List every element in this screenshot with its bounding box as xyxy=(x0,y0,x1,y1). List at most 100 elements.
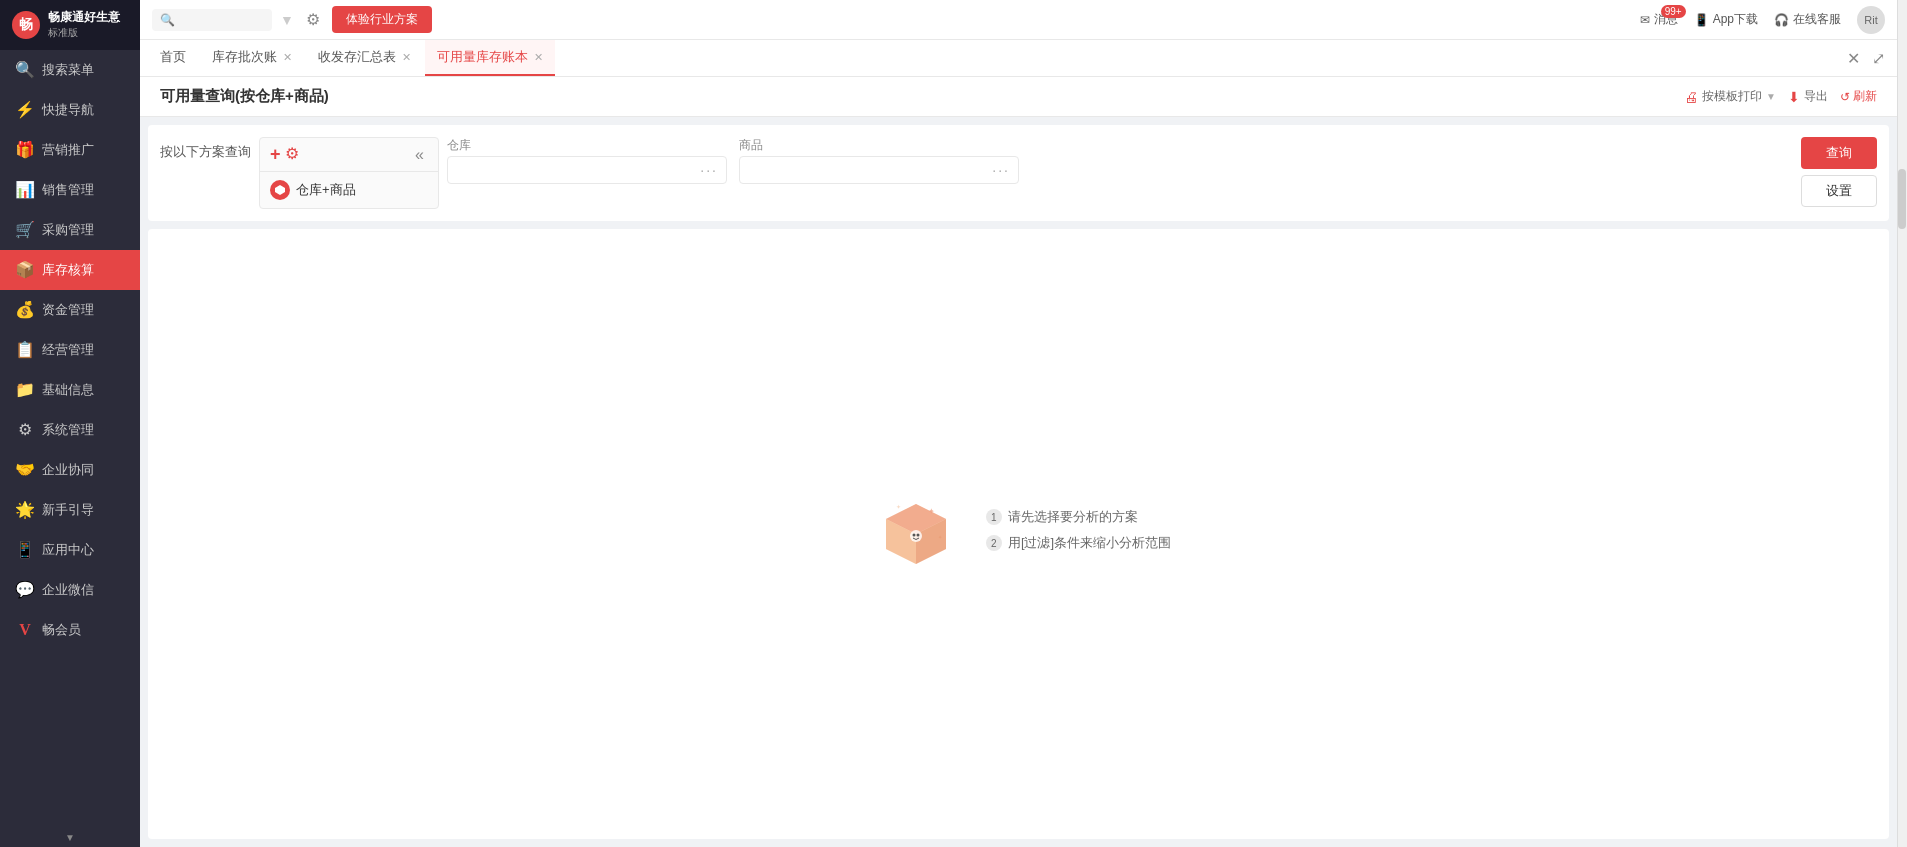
svg-text:✦: ✦ xyxy=(928,507,935,516)
right-scrollbar[interactable] xyxy=(1897,0,1907,847)
topbar-message-btn[interactable]: ✉ 消息 99+ xyxy=(1640,11,1678,28)
wechat-icon: 💬 xyxy=(16,581,34,599)
tab-close-icon[interactable]: ✕ xyxy=(1843,45,1864,72)
scheme-settings-icon[interactable]: ⚙ xyxy=(285,144,299,165)
message-badge: 99+ xyxy=(1661,5,1686,18)
empty-illustration: ✦ ✦ ✦ xyxy=(866,484,966,584)
tab-available-ledger[interactable]: 可用量库存账本 ✕ xyxy=(425,40,555,76)
sidebar-item-system[interactable]: ⚙ 系统管理 xyxy=(0,410,140,450)
sidebar-item-shortcut[interactable]: ⚡ 快捷导航 xyxy=(0,90,140,130)
search-icon: 🔍 xyxy=(16,61,34,79)
topbar-app-download-btn[interactable]: 📱 App下载 xyxy=(1694,11,1758,28)
tab-batch-ledger-close[interactable]: ✕ xyxy=(283,51,292,64)
settings-btn[interactable]: 设置 xyxy=(1801,175,1877,207)
app-version: 标准版 xyxy=(48,26,120,40)
scheme-collapse-btn[interactable]: « xyxy=(411,146,428,164)
refresh-icon: ↺ xyxy=(1840,90,1850,104)
sidebar-scroll-down[interactable]: ▼ xyxy=(0,828,140,847)
query-btn[interactable]: 查询 xyxy=(1801,137,1877,169)
sidebar-header: 畅 畅康通好生意 标准版 xyxy=(0,0,140,50)
industry-solution-btn[interactable]: 体验行业方案 xyxy=(332,6,432,33)
system-icon: ⚙ xyxy=(16,421,34,439)
tab-home[interactable]: 首页 xyxy=(148,40,198,76)
scheme-item-warehouse-goods[interactable]: 仓库+商品 xyxy=(260,172,438,208)
sidebar-item-inventory[interactable]: 📦 库存核算 xyxy=(0,250,140,290)
topbar: 🔍 ▼ ⚙ 体验行业方案 ✉ 消息 99+ 📱 App下载 🎧 在线客服 Rit xyxy=(140,0,1897,40)
message-icon: ✉ xyxy=(1640,13,1650,27)
topbar-dropdown-icon[interactable]: ▼ xyxy=(280,12,294,28)
topbar-search-box: 🔍 xyxy=(152,9,272,31)
sidebar-item-operations[interactable]: 📋 经营管理 xyxy=(0,330,140,370)
sidebar-item-finance[interactable]: 💰 资金管理 xyxy=(0,290,140,330)
topbar-gear-icon[interactable]: ⚙ xyxy=(302,10,324,29)
warehouse-field-input: ··· xyxy=(447,156,727,184)
operations-icon: 📋 xyxy=(16,341,34,359)
enterprise-icon: 🤝 xyxy=(16,461,34,479)
sidebar-item-sales[interactable]: 📊 销售管理 xyxy=(0,170,140,210)
filter-area: 按以下方案查询 + ⚙ « 仓库+商品 xyxy=(148,125,1889,221)
export-icon: ⬇ xyxy=(1788,89,1800,105)
tab-batch-ledger[interactable]: 库存批次账 ✕ xyxy=(200,40,304,76)
topbar-search-input[interactable] xyxy=(179,13,259,27)
refresh-btn[interactable]: ↺ 刷新 xyxy=(1840,88,1877,105)
goods-dots[interactable]: ··· xyxy=(992,162,1010,178)
print-template-btn[interactable]: 🖨 按模板打印 ▼ xyxy=(1684,88,1776,105)
tabs-bar: 首页 库存批次账 ✕ 收发存汇总表 ✕ 可用量库存账本 ✕ ✕ ⤢ xyxy=(140,40,1897,77)
tab-available-ledger-close[interactable]: ✕ xyxy=(534,51,543,64)
marketing-icon: 🎁 xyxy=(16,141,34,159)
page-title: 可用量查询(按仓库+商品) xyxy=(160,87,329,106)
page-header: 可用量查询(按仓库+商品) 🖨 按模板打印 ▼ ⬇ 导出 ↺ 刷新 xyxy=(140,77,1897,117)
headset-icon: 🎧 xyxy=(1774,13,1789,27)
sidebar-item-wechat[interactable]: 💬 企业微信 xyxy=(0,570,140,610)
sidebar-item-vip[interactable]: V 畅会员 xyxy=(0,610,140,650)
empty-step1: 1 请先选择要分析的方案 xyxy=(986,508,1171,526)
tab-expand-icon[interactable]: ⤢ xyxy=(1868,45,1889,72)
export-btn[interactable]: ⬇ 导出 xyxy=(1788,88,1828,105)
sidebar-item-purchase[interactable]: 🛒 采购管理 xyxy=(0,210,140,250)
svg-text:✦: ✦ xyxy=(938,534,942,540)
filter-fields: 仓库 ··· 商品 ··· xyxy=(447,137,1793,184)
filter-scheme-panel: + ⚙ « 仓库+商品 xyxy=(259,137,439,209)
appcenter-icon: 📱 xyxy=(16,541,34,559)
goods-field-input: ··· xyxy=(739,156,1019,184)
empty-step2: 2 用[过滤]条件来缩小分析范围 xyxy=(986,534,1171,552)
app-name: 畅康通好生意 xyxy=(48,10,120,26)
filter-row: 按以下方案查询 + ⚙ « 仓库+商品 xyxy=(160,137,1877,209)
sidebar-item-marketing[interactable]: 🎁 营销推广 xyxy=(0,130,140,170)
sidebar-item-enterprise[interactable]: 🤝 企业协同 xyxy=(0,450,140,490)
tab-receive-summary[interactable]: 收发存汇总表 ✕ xyxy=(306,40,423,76)
empty-text: 1 请先选择要分析的方案 2 用[过滤]条件来缩小分析范围 xyxy=(986,508,1171,560)
warehouse-input[interactable] xyxy=(456,163,696,177)
warehouse-dots[interactable]: ··· xyxy=(700,162,718,178)
topbar-user-avatar[interactable]: Rit xyxy=(1857,6,1885,34)
sidebar-nav: 🔍 搜索菜单 ⚡ 快捷导航 🎁 营销推广 📊 销售管理 🛒 采购管理 📦 库存核… xyxy=(0,50,140,828)
sidebar-item-baseinfo[interactable]: 📁 基础信息 xyxy=(0,370,140,410)
scheme-actions: + ⚙ xyxy=(270,144,299,165)
vip-icon: V xyxy=(16,621,34,639)
sidebar-item-search[interactable]: 🔍 搜索菜单 xyxy=(0,50,140,90)
svg-text:✦: ✦ xyxy=(896,504,901,510)
inventory-icon: 📦 xyxy=(16,261,34,279)
scroll-track xyxy=(1898,0,1907,847)
sales-icon: 📊 xyxy=(16,181,34,199)
main-area: 🔍 ▼ ⚙ 体验行业方案 ✉ 消息 99+ 📱 App下载 🎧 在线客服 Rit xyxy=(140,0,1897,847)
filter-label: 按以下方案查询 xyxy=(160,137,251,161)
topbar-service-btn[interactable]: 🎧 在线客服 xyxy=(1774,11,1841,28)
goods-input[interactable] xyxy=(748,163,988,177)
shortcut-icon: ⚡ xyxy=(16,101,34,119)
app-logo: 畅 xyxy=(12,11,40,39)
action-col: 查询 设置 xyxy=(1801,137,1877,207)
scroll-thumb[interactable] xyxy=(1898,169,1906,229)
scheme-add-icon[interactable]: + xyxy=(270,144,281,165)
print-dropdown-icon: ▼ xyxy=(1766,91,1776,102)
page-header-actions: 🖨 按模板打印 ▼ ⬇ 导出 ↺ 刷新 xyxy=(1684,88,1877,105)
sidebar-item-newbie[interactable]: 🌟 新手引导 xyxy=(0,490,140,530)
filter-scheme-header: + ⚙ « xyxy=(260,138,438,172)
page-content: 可用量查询(按仓库+商品) 🖨 按模板打印 ▼ ⬇ 导出 ↺ 刷新 xyxy=(140,77,1897,847)
goods-field-label: 商品 xyxy=(739,137,1019,154)
scheme-icon xyxy=(270,180,290,200)
svg-point-4 xyxy=(910,530,922,542)
empty-state: ✦ ✦ ✦ 1 请先选择要分析的方案 2 用[过滤]条件来缩小分析范围 xyxy=(148,229,1889,839)
sidebar-item-appcenter[interactable]: 📱 应用中心 xyxy=(0,530,140,570)
tab-receive-summary-close[interactable]: ✕ xyxy=(402,51,411,64)
